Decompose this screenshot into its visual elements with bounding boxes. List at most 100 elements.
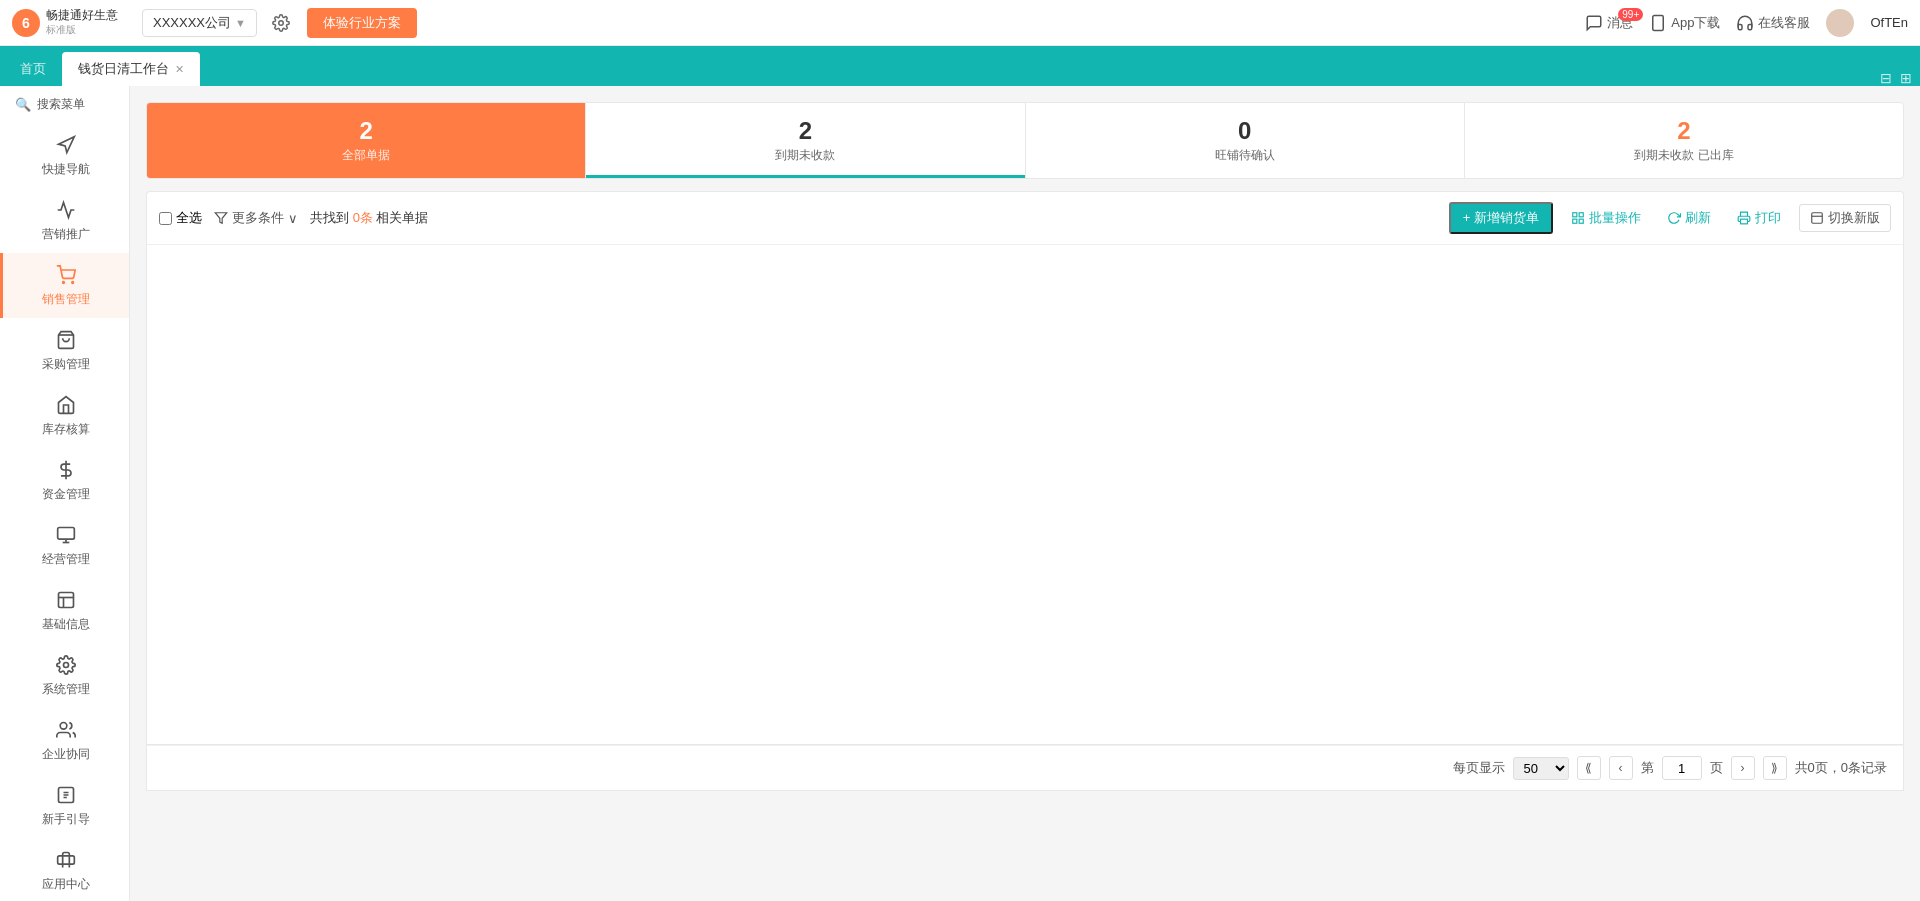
message-icon bbox=[1585, 14, 1603, 32]
batch-operation-btn[interactable]: 批量操作 bbox=[1563, 205, 1649, 231]
app-download-action[interactable]: App下载 bbox=[1649, 14, 1720, 32]
trial-button[interactable]: 体验行业方案 bbox=[307, 8, 417, 38]
print-label: 打印 bbox=[1755, 209, 1781, 227]
first-page-btn[interactable]: ⟪ bbox=[1577, 756, 1601, 780]
last-page-btn[interactable]: ⟫ bbox=[1763, 756, 1787, 780]
print-btn[interactable]: 打印 bbox=[1729, 205, 1789, 231]
per-page-label: 每页显示 bbox=[1453, 759, 1505, 777]
sidebar-item-cooperation[interactable]: 企业协同 bbox=[0, 708, 129, 773]
found-prefix: 共找到 bbox=[310, 210, 349, 225]
sales-icon bbox=[54, 263, 78, 287]
stat-card-overdue-shipped[interactable]: 2 到期未收款 已出库 bbox=[1465, 103, 1903, 178]
sidebar-item-operations[interactable]: 经营管理 bbox=[0, 513, 129, 578]
maximize-icon[interactable]: ⊞ bbox=[1900, 70, 1912, 86]
sidebar-item-inventory-label: 库存核算 bbox=[42, 421, 90, 438]
svg-point-0 bbox=[279, 20, 284, 25]
svg-rect-1 bbox=[1653, 15, 1664, 30]
sidebar-item-base-info[interactable]: 基础信息 bbox=[0, 578, 129, 643]
found-text: 共找到 0条 相关单据 bbox=[310, 209, 428, 227]
svg-rect-20 bbox=[1579, 219, 1583, 223]
stat-card-overdue[interactable]: 2 到期未收款 bbox=[586, 103, 1025, 178]
search-icon: 🔍 bbox=[15, 97, 31, 112]
print-icon bbox=[1737, 211, 1751, 225]
online-service-action[interactable]: 在线客服 bbox=[1736, 14, 1810, 32]
settings-icon[interactable] bbox=[265, 7, 297, 39]
main-layout: 🔍 搜索菜单 快捷导航 营销推广 销售管理 采购管理 bbox=[0, 86, 1920, 901]
sidebar-item-purchase-label: 采购管理 bbox=[42, 356, 90, 373]
sidebar-item-app-center[interactable]: 应用中心 bbox=[0, 838, 129, 901]
refresh-btn[interactable]: 刷新 bbox=[1659, 205, 1719, 231]
nav-tabs: 首页 钱货日清工作台 ✕ ⊟ ⊞ bbox=[0, 46, 1920, 86]
online-service-label: 在线客服 bbox=[1758, 14, 1810, 32]
stat-overdue-label: 到期未收款 bbox=[606, 147, 1004, 164]
tab-home[interactable]: 首页 bbox=[4, 52, 62, 86]
stat-overdue-shipped-label: 到期未收款 已出库 bbox=[1485, 147, 1883, 164]
sidebar-item-finance[interactable]: 资金管理 bbox=[0, 448, 129, 513]
sidebar-item-sales[interactable]: 销售管理 bbox=[0, 253, 129, 318]
prev-page-btn[interactable]: ‹ bbox=[1609, 756, 1633, 780]
tab-workbench[interactable]: 钱货日清工作台 ✕ bbox=[62, 52, 200, 86]
sidebar-item-guide-label: 新手引导 bbox=[42, 811, 90, 828]
svg-rect-11 bbox=[59, 593, 74, 608]
select-all-checkbox[interactable]: 全选 bbox=[159, 209, 202, 227]
select-all-input[interactable] bbox=[159, 212, 172, 225]
minimize-icon[interactable]: ⊟ bbox=[1880, 70, 1892, 86]
svg-rect-21 bbox=[1573, 219, 1577, 223]
sidebar-item-guide[interactable]: 新手引导 bbox=[0, 773, 129, 838]
system-icon bbox=[54, 653, 78, 677]
batch-label: 批量操作 bbox=[1589, 209, 1641, 227]
app-tag: 标准版 bbox=[46, 23, 118, 37]
select-all-label: 全选 bbox=[176, 209, 202, 227]
messages-action[interactable]: 消息 99+ bbox=[1585, 14, 1633, 32]
more-filters-btn[interactable]: 更多条件 ∨ bbox=[214, 209, 298, 227]
header-right: 消息 99+ App下载 在线客服 OfTEn bbox=[1585, 9, 1908, 37]
sidebar-item-quick-nav[interactable]: 快捷导航 bbox=[0, 123, 129, 188]
cooperation-icon bbox=[54, 718, 78, 742]
next-page-btn[interactable]: › bbox=[1731, 756, 1755, 780]
tab-workbench-label: 钱货日清工作台 bbox=[78, 60, 169, 78]
switch-version-btn[interactable]: 切换新版 bbox=[1799, 204, 1891, 232]
stats-row: 2 全部单据 2 到期未收款 0 旺铺待确认 2 到期未收款 已出库 bbox=[146, 102, 1904, 179]
messages-badge: 99+ bbox=[1618, 8, 1643, 21]
stat-card-wangwang[interactable]: 0 旺铺待确认 bbox=[1026, 103, 1465, 178]
sidebar-item-marketing[interactable]: 营销推广 bbox=[0, 188, 129, 253]
svg-marker-17 bbox=[215, 213, 227, 224]
svg-point-15 bbox=[60, 723, 67, 730]
close-tab-icon[interactable]: ✕ bbox=[175, 63, 184, 76]
avatar[interactable] bbox=[1826, 9, 1854, 37]
sidebar-item-finance-label: 资金管理 bbox=[42, 486, 90, 503]
appcenter-icon bbox=[54, 848, 78, 872]
new-sales-order-button[interactable]: + 新增销货单 bbox=[1449, 202, 1553, 234]
page-size-select[interactable]: 50 100 200 bbox=[1513, 757, 1569, 780]
marketing-icon bbox=[54, 198, 78, 222]
download-icon bbox=[1649, 14, 1667, 32]
chevron-down-filter-icon: ∨ bbox=[288, 211, 298, 226]
stat-wangwang-label: 旺铺待确认 bbox=[1046, 147, 1444, 164]
sidebar-item-purchase[interactable]: 采购管理 bbox=[0, 318, 129, 383]
svg-rect-18 bbox=[1573, 213, 1577, 217]
company-name: XXXXXX公司 bbox=[153, 14, 231, 32]
sidebar-item-operations-label: 经营管理 bbox=[42, 551, 90, 568]
company-selector[interactable]: XXXXXX公司 ▼ bbox=[142, 9, 257, 37]
switch-icon bbox=[1810, 211, 1824, 225]
stat-overdue-number: 2 bbox=[606, 117, 1004, 145]
top-header: 6 畅捷通好生意 标准版 XXXXXX公司 ▼ 体验行业方案 消息 99+ bbox=[0, 0, 1920, 46]
username: OfTEn bbox=[1870, 15, 1908, 30]
stat-all-label: 全部单据 bbox=[167, 147, 565, 164]
sidebar-item-system[interactable]: 系统管理 bbox=[0, 643, 129, 708]
sidebar-item-search-label: 搜索菜单 bbox=[37, 96, 85, 113]
stat-card-all[interactable]: 2 全部单据 bbox=[147, 103, 586, 178]
pagination-bar: 每页显示 50 100 200 ⟪ ‹ 第 页 › ⟫ 共0页，0条记录 bbox=[146, 745, 1904, 791]
svg-rect-8 bbox=[58, 528, 75, 540]
sidebar-item-marketing-label: 营销推广 bbox=[42, 226, 90, 243]
purchase-icon bbox=[54, 328, 78, 352]
stat-wangwang-number: 0 bbox=[1046, 117, 1444, 145]
sidebar-item-inventory[interactable]: 库存核算 bbox=[0, 383, 129, 448]
sidebar-item-search-menu[interactable]: 🔍 搜索菜单 bbox=[0, 86, 129, 123]
stat-all-number: 2 bbox=[167, 117, 565, 145]
page-input[interactable] bbox=[1662, 756, 1702, 780]
sidebar-item-cooperation-label: 企业协同 bbox=[42, 746, 90, 763]
found-suffix: 相关单据 bbox=[376, 210, 428, 225]
sidebar: 🔍 搜索菜单 快捷导航 营销推广 销售管理 采购管理 bbox=[0, 86, 130, 901]
toolbar: 全选 更多条件 ∨ 共找到 0条 相关单据 + 新增销货单 批量操作 bbox=[146, 191, 1904, 245]
